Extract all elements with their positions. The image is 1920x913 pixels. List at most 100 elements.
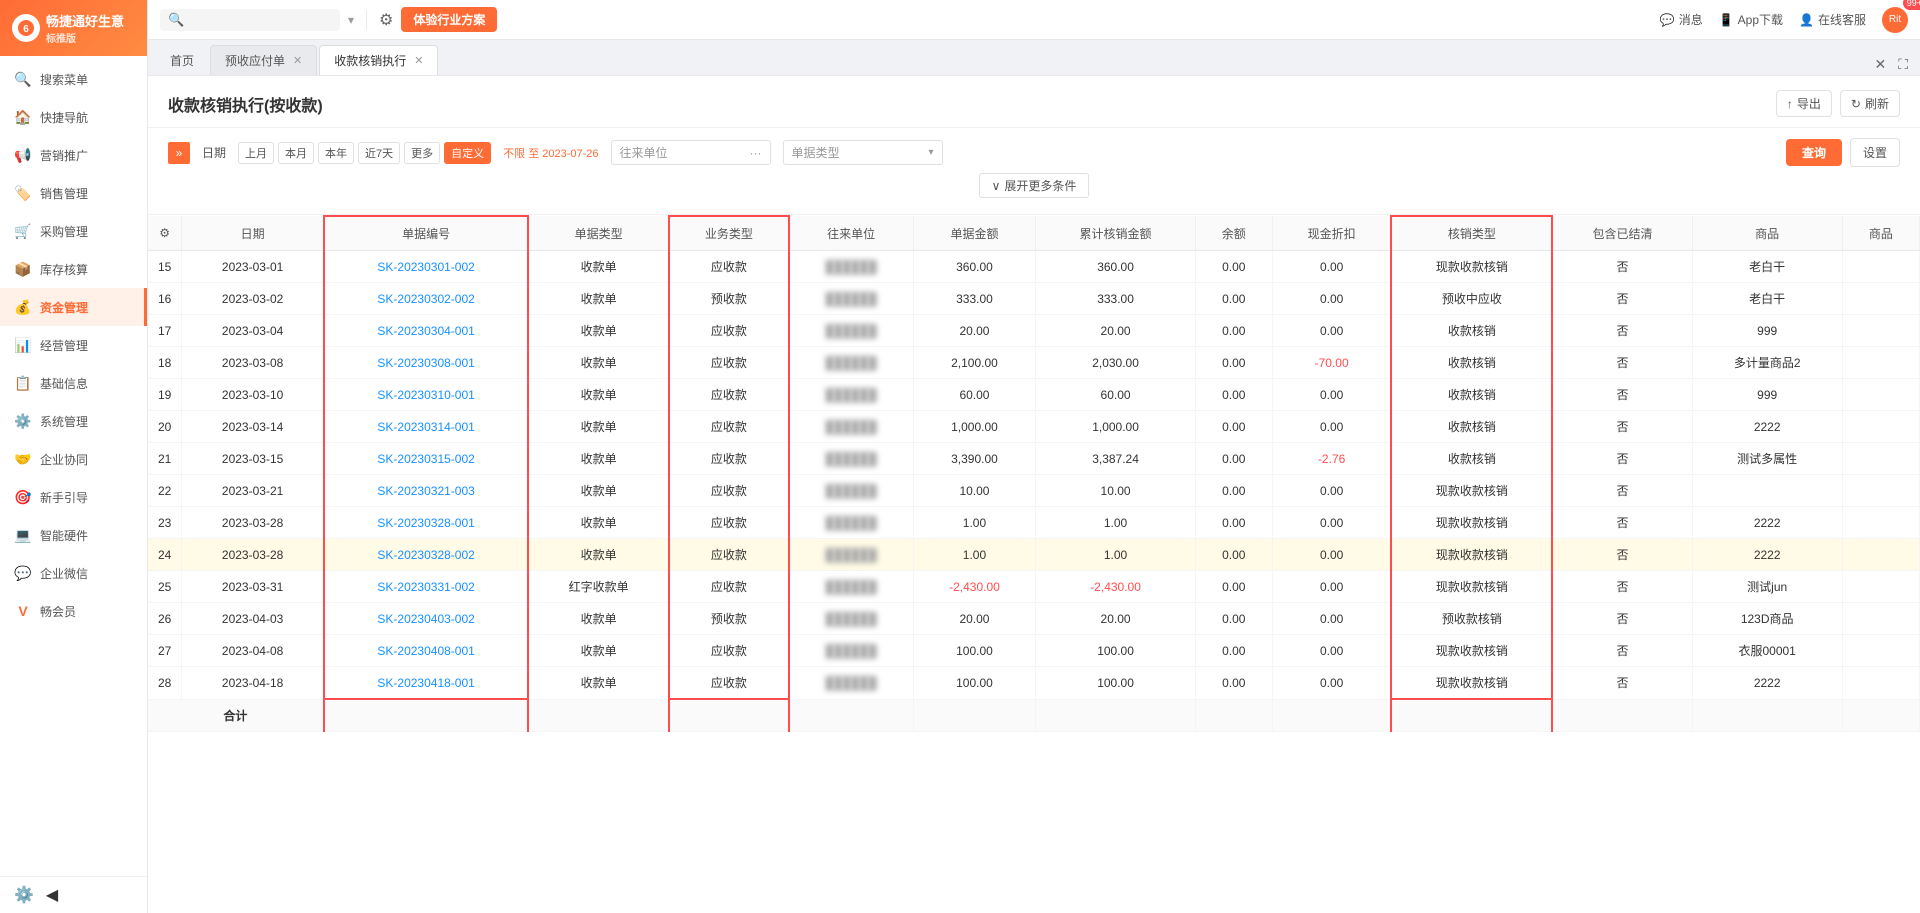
cell-bill-type: 收款单 <box>528 411 668 443</box>
sidebar-item-finance[interactable]: 💰 资金管理 <box>0 288 147 326</box>
bill-no-link[interactable]: SK-20230308-001 <box>377 356 474 370</box>
bill-no-link[interactable]: SK-20230328-001 <box>377 516 474 530</box>
bill-no-link[interactable]: SK-20230328-002 <box>377 548 474 562</box>
th-amount: 单据金额 <box>913 216 1036 251</box>
sidebar-menu: 🔍 搜索菜单 🏠 快捷导航 📢 营销推广 🏷️ 销售管理 🛒 采购管理 📦 库存… <box>0 56 147 876</box>
cell-core-type: 收款核销 <box>1391 315 1552 347</box>
message-badge: 99+ <box>1903 0 1920 10</box>
sidebar-item-sales[interactable]: 🏷️ 销售管理 <box>0 174 147 212</box>
export-button[interactable]: ↑ 导出 <box>1776 90 1832 117</box>
online-service-button[interactable]: 👤 在线客服 <box>1799 11 1866 28</box>
filter-bill-type-select[interactable]: 单据类型 ▾ <box>783 140 943 165</box>
cell-product2 <box>1842 443 1919 475</box>
tab-prereceipt-label: 预收应付单 <box>225 52 285 69</box>
sidebar-item-operation[interactable]: 📊 经营管理 <box>0 326 147 364</box>
cell-core-type: 收款核销 <box>1391 347 1552 379</box>
bill-no-link[interactable]: SK-20230301-002 <box>377 260 474 274</box>
message-label: 消息 <box>1679 11 1703 28</box>
sidebar-item-system[interactable]: ⚙️ 系统管理 <box>0 402 147 440</box>
filter-partner-input[interactable]: 往来单位 ··· <box>611 140 771 165</box>
expand-more-button[interactable]: ∨ 展开更多条件 <box>979 173 1090 198</box>
tab-home[interactable]: 首页 <box>156 46 208 75</box>
cell-date: 2023-04-03 <box>182 603 324 635</box>
cell-bill-type: 收款单 <box>528 667 668 700</box>
cell-product1: 衣服00001 <box>1692 635 1842 667</box>
tab-prereceipt[interactable]: 预收应付单 ✕ <box>210 45 317 75</box>
bill-no-link[interactable]: SK-20230315-002 <box>377 452 474 466</box>
sidebar-item-marketing[interactable]: 📢 营销推广 <box>0 136 147 174</box>
bill-no-link[interactable]: SK-20230418-001 <box>377 676 474 690</box>
sidebar-label-wechat: 企业微信 <box>40 565 88 582</box>
filter-more-btn[interactable]: 更多 <box>404 142 440 164</box>
cell-bill-no: SK-20230321-003 <box>324 475 529 507</box>
tab-receipt-exec[interactable]: 收款核销执行 ✕ <box>319 45 438 75</box>
solution-button[interactable]: 体验行业方案 <box>401 7 497 32</box>
cell-partner: ██████ <box>789 603 913 635</box>
sidebar-item-hardware[interactable]: 💻 智能硬件 <box>0 516 147 554</box>
cell-balance: 0.00 <box>1195 251 1272 283</box>
tab-maximize-button[interactable]: ⛶ <box>1894 54 1912 75</box>
sidebar-item-collab[interactable]: 🤝 企业协同 <box>0 440 147 478</box>
cell-balance: 0.00 <box>1195 539 1272 571</box>
cell-product1: 2222 <box>1692 411 1842 443</box>
cell-discount: 0.00 <box>1272 251 1391 283</box>
filter-this-month-btn[interactable]: 本月 <box>278 142 314 164</box>
filter-this-year-btn[interactable]: 本年 <box>318 142 354 164</box>
th-settings[interactable]: ⚙ <box>148 216 182 251</box>
bill-no-link[interactable]: SK-20230304-001 <box>377 324 474 338</box>
refresh-button[interactable]: ↻ 刷新 <box>1840 90 1900 117</box>
sidebar-item-quicknav[interactable]: 🏠 快捷导航 <box>0 98 147 136</box>
sidebar-item-basic[interactable]: 📋 基础信息 <box>0 364 147 402</box>
finance-icon: 💰 <box>14 298 32 316</box>
filter-last-month-btn[interactable]: 上月 <box>238 142 274 164</box>
sidebar-item-purchase[interactable]: 🛒 采购管理 <box>0 212 147 250</box>
sidebar-item-search[interactable]: 🔍 搜索菜单 <box>0 60 147 98</box>
cell-product2 <box>1842 379 1919 411</box>
cell-discount: 0.00 <box>1272 635 1391 667</box>
cell-product1: 999 <box>1692 315 1842 347</box>
cell-bill-no: SK-20230310-001 <box>324 379 529 411</box>
cell-included: 否 <box>1552 475 1692 507</box>
cell-biz-type: 预收款 <box>669 283 789 315</box>
bill-no-link[interactable]: SK-20230314-001 <box>377 420 474 434</box>
bill-no-link[interactable]: SK-20230331-002 <box>377 580 474 594</box>
user-avatar[interactable]: Rit <box>1882 7 1908 33</box>
tab-close-all-button[interactable]: ✕ <box>1870 54 1890 75</box>
topbar-dropdown-arrow[interactable]: ▾ <box>348 13 354 27</box>
bill-no-link[interactable]: SK-20230403-002 <box>377 612 474 626</box>
bill-no-link[interactable]: SK-20230302-002 <box>377 292 474 306</box>
cell-biz-type: 应收款 <box>669 475 789 507</box>
app-download-label: App下载 <box>1738 11 1783 28</box>
filter-custom-btn[interactable]: 自定义 <box>444 142 491 164</box>
tab-receipt-exec-close[interactable]: ✕ <box>414 54 423 67</box>
filter-settings-button[interactable]: 设置 <box>1850 138 1900 167</box>
filter-7days-btn[interactable]: 近7天 <box>358 142 400 164</box>
cell-bill-type: 收款单 <box>528 475 668 507</box>
topbar-search-box[interactable]: 🔍 <box>160 9 340 31</box>
cell-bill-type: 收款单 <box>528 315 668 347</box>
query-button[interactable]: 查询 <box>1786 139 1842 166</box>
tab-prereceipt-close[interactable]: ✕ <box>293 54 302 67</box>
bill-no-link[interactable]: SK-20230408-001 <box>377 644 474 658</box>
sidebar-item-guide[interactable]: 🎯 新手引导 <box>0 478 147 516</box>
collapse-sidebar-icon[interactable]: ◀ <box>46 885 58 905</box>
topbar-gear-icon[interactable]: ⚙ <box>379 10 393 30</box>
cell-product1: 老白干 <box>1692 283 1842 315</box>
bill-no-link[interactable]: SK-20230310-001 <box>377 388 474 402</box>
cell-core-type: 现款收款核销 <box>1391 667 1552 700</box>
sidebar-label-search: 搜索菜单 <box>40 71 88 88</box>
totals-label: 合计 <box>148 699 324 731</box>
sidebar-item-inventory[interactable]: 📦 库存核算 <box>0 250 147 288</box>
totals-core-type <box>1391 699 1552 731</box>
cell-product1: 测试jun <box>1692 571 1842 603</box>
table-row: 20 2023-03-14 SK-20230314-001 收款单 应收款 ██… <box>148 411 1920 443</box>
table-row: 21 2023-03-15 SK-20230315-002 收款单 应收款 ██… <box>148 443 1920 475</box>
filter-expand-button[interactable]: » <box>168 142 190 164</box>
cell-included: 否 <box>1552 283 1692 315</box>
sidebar-item-member[interactable]: V 畅会员 <box>0 592 147 630</box>
settings-gear-icon[interactable]: ⚙️ <box>14 885 34 905</box>
message-button[interactable]: 💬 消息 99+ <box>1660 11 1703 28</box>
app-download-button[interactable]: 📱 App下载 <box>1719 11 1783 28</box>
sidebar-item-wechat[interactable]: 💬 企业微信 <box>0 554 147 592</box>
bill-no-link[interactable]: SK-20230321-003 <box>377 484 474 498</box>
